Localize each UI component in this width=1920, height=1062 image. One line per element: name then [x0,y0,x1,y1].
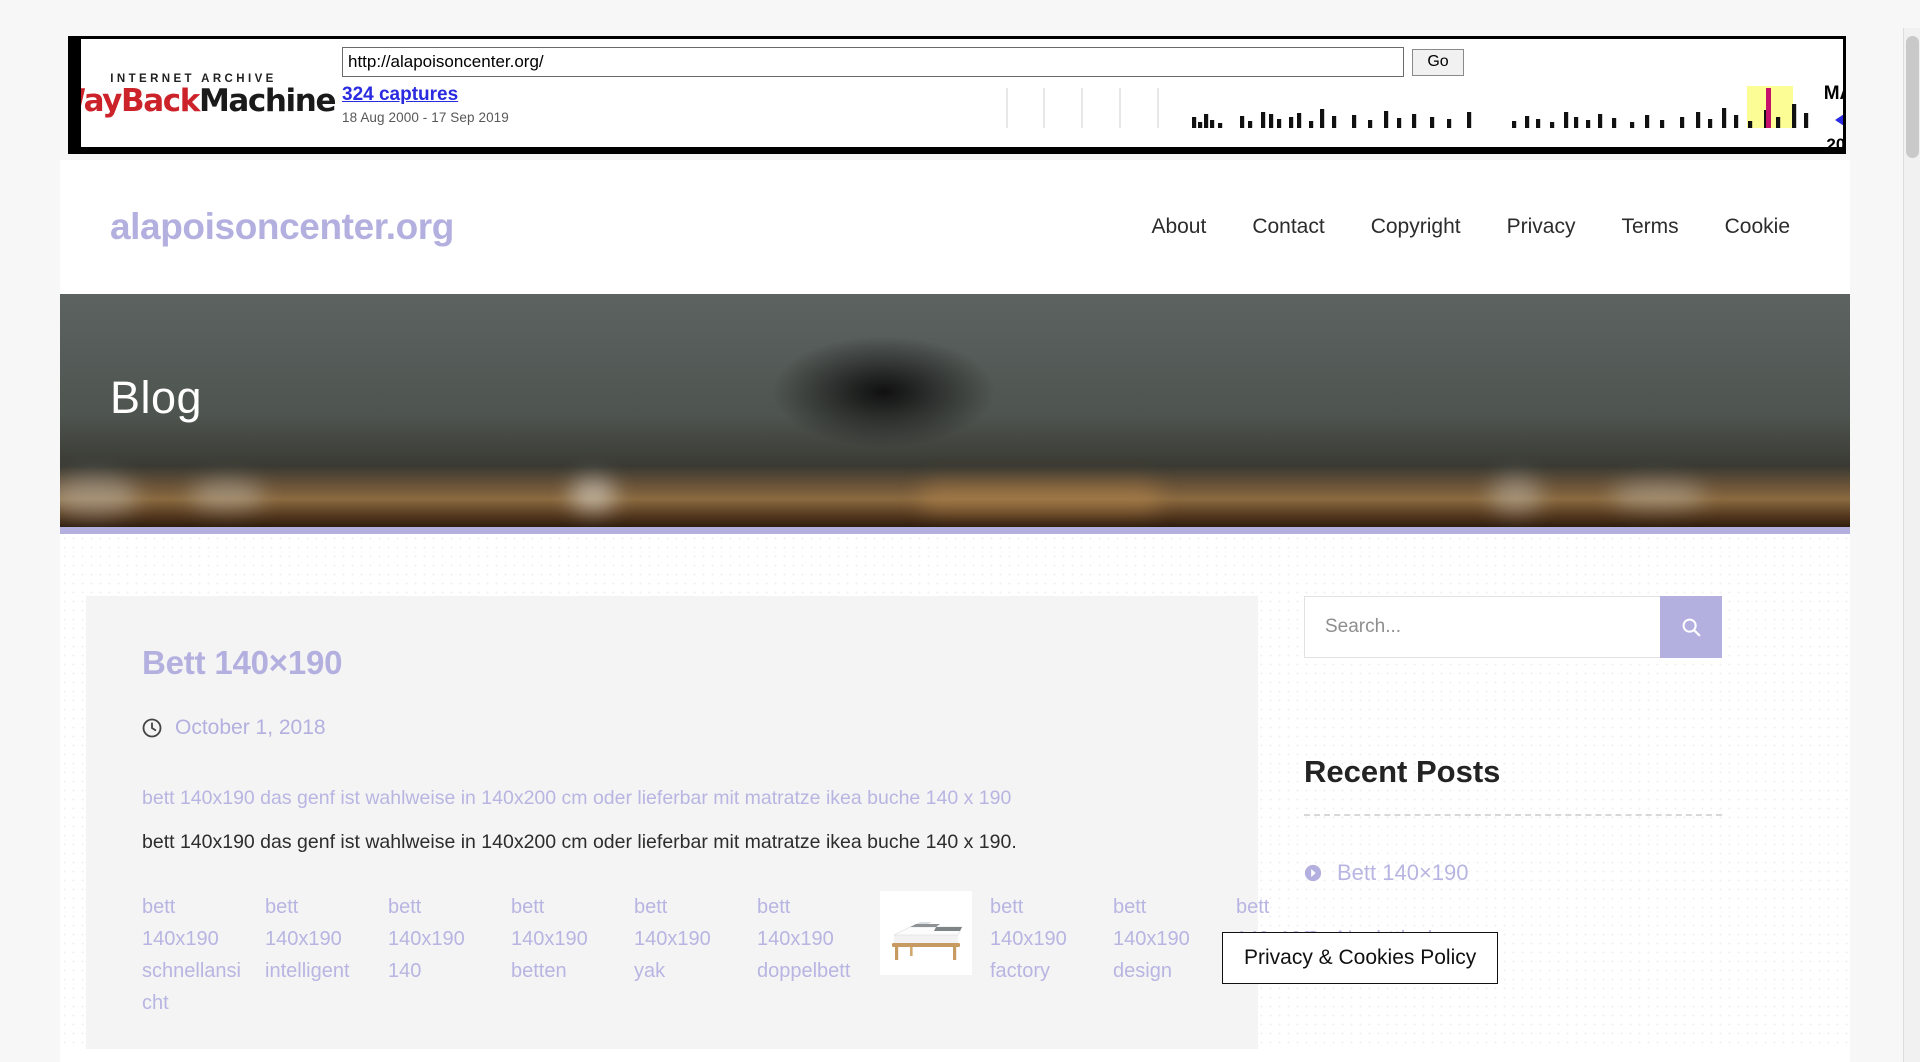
wordmark-wayback: WayBack [81,83,200,119]
wayback-toolbar: INTERNET ARCHIVE WayBackMachine Go 324 c… [68,36,1846,154]
post-paragraph-faint: bett 140x190 das genf ist wahlweise in 1… [142,787,1012,809]
post-date: October 1, 2018 [175,716,326,739]
archived-site-frame: alapoisoncenter.org About Contact Copyri… [60,160,1850,1062]
wayback-logo[interactable]: INTERNET ARCHIVE WayBackMachine [81,39,336,147]
prev-arrow-icon[interactable] [1835,106,1843,133]
content-area: Bett 140×190 October 1, 2018 bett 140x19… [60,534,1850,1049]
hero-blur-blob [1610,482,1706,508]
go-button[interactable]: Go [1412,48,1464,76]
recent-post-label: Bett 140×190 [1337,860,1469,885]
recent-posts-title: Recent Posts [1304,754,1501,789]
post-paragraph-dark: bett 140x190 das genf ist wahlweise in 1… [142,831,1017,854]
page-scrollbar-thumb[interactable] [1906,36,1919,158]
hero-blur-blob [1490,476,1542,514]
tag-link[interactable]: bett 140x190 doppelbett [757,891,862,987]
site-header: alapoisoncenter.org About Contact Copyri… [60,160,1850,294]
sidebar: Recent Posts Bett 140×190 Nachttisch [1222,596,1722,1049]
post-title[interactable]: Bett 140×190 [142,644,1202,682]
wayback-machine-wordmark: WayBackMachine [81,83,336,119]
wayback-url-row: Go [306,47,1843,77]
clock-icon [142,718,162,738]
hero-banner: Blog [60,294,1850,534]
timeline-svg [1006,86,1809,128]
nav-item-terms[interactable]: Terms [1621,215,1678,239]
bed-thumbnail[interactable] [880,890,972,975]
nav-item-contact[interactable]: Contact [1252,215,1324,239]
wayback-info-row: 324 captures 18 Aug 2000 - 17 Sep 2019 M… [306,84,1843,147]
tag-link[interactable]: bett 140x190 factory [990,891,1095,987]
tag-link[interactable]: bett 140x190 yak [634,891,739,987]
tag-link[interactable]: bett 140x190 schnellansicht [142,891,247,1019]
post-meta: October 1, 2018 [142,716,1202,740]
prev-month-label: MAR [1823,83,1843,104]
tag-link[interactable]: bett 140x190 betten [511,891,616,987]
nav-item-about[interactable]: About [1151,215,1206,239]
capture-date-range: 18 Aug 2000 - 17 Sep 2019 [342,110,509,125]
related-tag-grid: bett 140x190 schnellansicht bett 140x190… [142,890,1313,1019]
url-input[interactable] [342,47,1404,77]
search-input[interactable] [1304,596,1660,658]
prev-month-column[interactable]: MAR 2018 [1812,76,1846,154]
section-divider [1304,814,1722,816]
hero-blur-blob [190,480,264,510]
tag-link[interactable]: bett 140x190 design [1113,891,1218,987]
magnifier-icon [1682,618,1701,637]
search-widget [1304,596,1722,658]
post-card: Bett 140×190 October 1, 2018 bett 140x19… [86,596,1313,1049]
tag-link[interactable]: bett 140x190 140 [388,891,493,987]
nav-item-cookie[interactable]: Cookie [1725,215,1790,239]
nav-item-privacy[interactable]: Privacy [1507,215,1576,239]
wayback-toolbar-main: Go 324 captures 18 Aug 2000 - 17 Sep 201… [306,39,1843,147]
hero-title: Blog [110,372,203,423]
page-scrollbar-track[interactable] [1903,28,1920,1062]
date-navigator: MAR 2018 APR 01 2019 MAY 2020 [1812,76,1846,154]
nav-item-copyright[interactable]: Copyright [1371,215,1461,239]
site-logo[interactable]: alapoisoncenter.org [110,206,454,248]
prev-year-label: 2018 [1826,135,1846,154]
privacy-cookies-policy-tooltip[interactable]: Privacy & Cookies Policy [1222,932,1499,984]
tag-link[interactable]: bett 140x190 intelligent [265,891,370,987]
hero-blur-blob [570,478,616,512]
captures-count-link[interactable]: 324 captures [342,84,458,106]
arrow-circle-right-icon [1304,864,1322,882]
browser-page: INTERNET ARCHIVE WayBackMachine Go 324 c… [0,0,1920,1062]
site-nav: About Contact Copyright Privacy Terms Co… [1151,215,1790,239]
captures-column: 324 captures 18 Aug 2000 - 17 Sep 2019 [342,84,652,125]
hero-blur-blob [920,484,1160,512]
recent-post-item[interactable]: Bett 140×190 [1304,860,1722,886]
search-button[interactable] [1660,596,1722,658]
capture-timeline-histogram[interactable] [652,80,1812,136]
bed-illustration-icon [880,890,972,975]
